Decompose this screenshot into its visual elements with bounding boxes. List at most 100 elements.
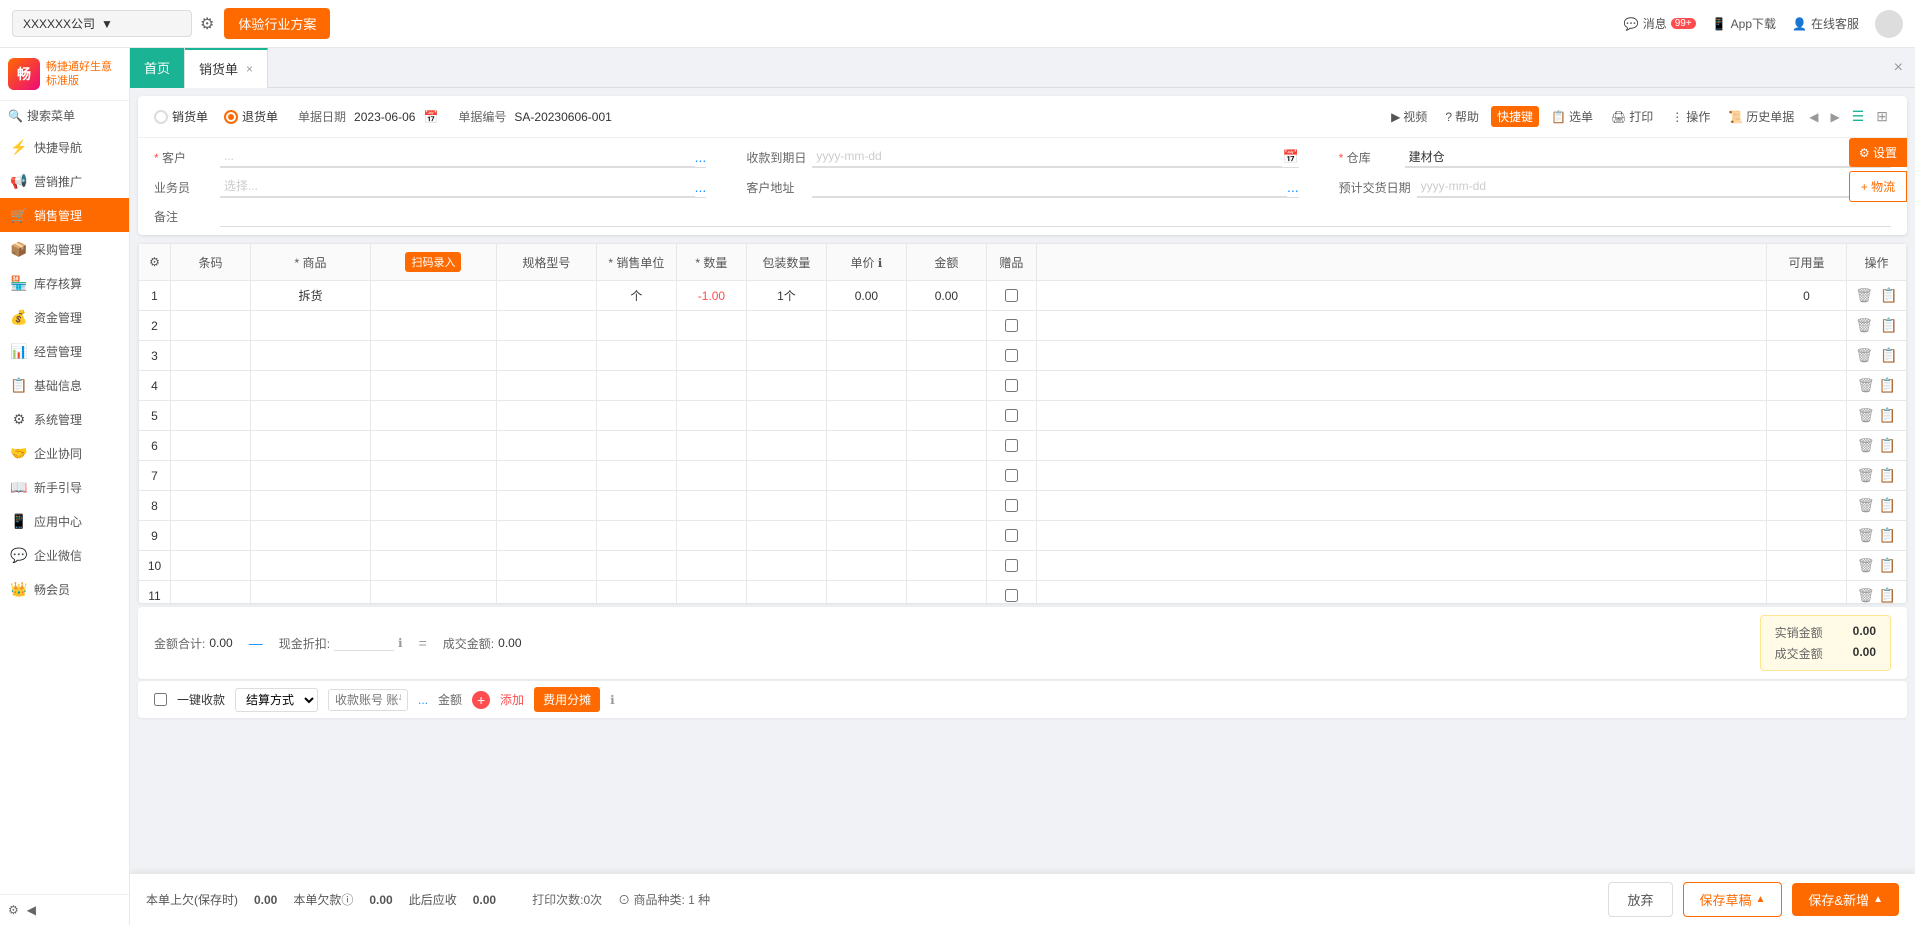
toolbar-video[interactable]: ▶视频 [1385,106,1433,127]
delete-icon-7[interactable]: 🗑 [1857,467,1875,483]
view-list-icon[interactable]: ☰ [1849,108,1868,125]
copy-icon-3[interactable]: 📋 [1880,347,1897,363]
app-download-button[interactable]: 📱 App下载 [1712,15,1776,32]
salesperson-input[interactable] [220,176,695,197]
save-draft-button[interactable]: 保存草稿 ▲ [1683,882,1783,917]
expenses-allocation-button[interactable]: 费用分摊 [534,687,600,712]
gift-checkbox-4[interactable] [1005,379,1018,392]
row-gift-1[interactable] [986,281,1036,311]
payment-account-input[interactable] [328,689,408,711]
address-ellipsis-btn[interactable]: ... [1287,179,1299,195]
row-price-1[interactable]: 0.00 [826,281,906,311]
one-click-payment-checkbox[interactable] [154,693,167,706]
tab-bar-close-button[interactable]: × [1882,59,1915,77]
copy-icon-2[interactable]: 📋 [1880,317,1897,333]
row-product-3[interactable] [251,341,371,371]
settings-button[interactable]: ⚙ 设置 [1849,138,1907,167]
col-settings[interactable]: ⚙ [139,244,171,281]
payment-ellipsis-icon[interactable]: ... [418,693,428,707]
due-date-input-wrapper[interactable]: 📅 [812,146,1298,168]
row-pkg-3[interactable] [746,341,826,371]
toolbar-shortcut[interactable]: 快捷键 [1491,106,1539,127]
customer-address-input-wrapper[interactable]: ... [812,176,1298,198]
company-selector[interactable]: XXXXXX公司 ▼ [12,10,192,37]
copy-icon-7[interactable]: 📋 [1879,467,1896,483]
customer-input-wrapper[interactable]: ... [220,146,706,168]
toolbar-help[interactable]: ?帮助 [1439,106,1485,127]
add-payment-button[interactable]: + [472,691,490,709]
sidebar-item-operation[interactable]: 📊 经营管理 [0,334,129,368]
gift-checkbox-9[interactable] [1005,529,1018,542]
delete-icon-10[interactable]: 🗑 [1857,557,1875,573]
radio-return-order[interactable]: 退货单 [224,108,278,125]
gift-checkbox-2[interactable] [1005,319,1018,332]
row-product-2[interactable] [251,311,371,341]
message-button[interactable]: 💬 消息 99+ [1624,15,1696,32]
row-unit-2[interactable] [596,311,676,341]
row-pkg-2[interactable] [746,311,826,341]
row-barcode-2[interactable] [171,311,251,341]
gift-checkbox-6[interactable] [1005,439,1018,452]
row-gift-2[interactable] [986,311,1036,341]
sidebar-item-quick-nav[interactable]: ⚡ 快捷导航 [0,130,129,164]
cash-discount-input[interactable] [334,636,394,651]
sidebar-item-app-center[interactable]: 📱 应用中心 [0,504,129,538]
delete-icon-5[interactable]: 🗑 [1857,407,1875,423]
row-spec-3[interactable] [496,341,596,371]
gift-checkbox-10[interactable] [1005,559,1018,572]
online-service-button[interactable]: 👤 在线客服 [1792,15,1859,32]
copy-icon-8[interactable]: 📋 [1879,497,1896,513]
copy-icon-6[interactable]: 📋 [1879,437,1896,453]
sidebar-item-system[interactable]: ⚙ 系统管理 [0,402,129,436]
row-barcode-1[interactable] [171,281,251,311]
warehouse-input[interactable] [1405,146,1880,167]
row-qty-2[interactable] [676,311,746,341]
row-price-2[interactable] [826,311,906,341]
copy-icon-10[interactable]: 📋 [1879,557,1896,573]
sidebar-item-basic-info[interactable]: 📋 基础信息 [0,368,129,402]
nav-next-icon[interactable]: ▶ [1827,110,1842,124]
toolbar-select[interactable]: 📋选单 [1545,106,1599,127]
discount-help-icon[interactable]: ℹ [398,636,403,650]
sidebar-item-member[interactable]: 👑 畅会员 [0,572,129,606]
tab-close-icon[interactable]: × [246,62,253,76]
gift-checkbox-7[interactable] [1005,469,1018,482]
delete-icon-1[interactable]: 🗑 [1855,287,1873,303]
copy-icon-4[interactable]: 📋 [1879,377,1896,393]
gift-checkbox-11[interactable] [1005,589,1018,602]
logistics-button[interactable]: + 物流 [1849,171,1907,202]
sidebar-item-guide[interactable]: 📖 新手引导 [0,470,129,504]
calendar-icon[interactable]: 📅 [423,110,438,124]
row-product-1[interactable]: 拆货 [251,281,371,311]
save-new-button[interactable]: 保存&新增 ▲ [1792,883,1899,916]
sidebar-settings-icon[interactable]: ⚙ [8,903,19,917]
customer-ellipsis-btn[interactable]: ... [695,149,707,165]
discard-button[interactable]: 放弃 [1608,882,1672,917]
salesperson-input-wrapper[interactable]: ... [220,176,706,198]
sidebar-item-wechat[interactable]: 💬 企业微信 [0,538,129,572]
view-grid-icon[interactable]: ⊞ [1873,108,1891,125]
row-unit-1[interactable]: 个 [596,281,676,311]
delete-icon-4[interactable]: 🗑 [1857,377,1875,393]
row-qty-3[interactable] [676,341,746,371]
row-pkg-1[interactable]: 1个 [746,281,826,311]
row-amount-1[interactable]: 0.00 [906,281,986,311]
col-scan[interactable]: 扫码录入 [371,244,497,281]
notes-input[interactable] [220,206,1891,227]
sidebar-item-marketing[interactable]: 📢 营销推广 [0,164,129,198]
customer-input[interactable] [220,146,695,167]
table-scroll-area[interactable]: ⚙ 条码 * 商品 扫码录入 规格型号 * 销售单位 * 数量 包装数量 单价 [138,243,1907,603]
delete-icon-3[interactable]: 🗑 [1855,347,1873,363]
copy-icon-1[interactable]: 📋 [1880,287,1897,303]
settings-icon[interactable]: ⚙ [200,14,214,34]
sidebar-item-search[interactable]: 🔍 搜索菜单 [0,101,129,130]
expenses-help-icon[interactable]: ℹ [610,693,615,707]
due-date-calendar-icon[interactable]: 📅 [1282,149,1298,165]
delete-icon-6[interactable]: 🗑 [1857,437,1875,453]
tab-home[interactable]: 首页 [130,48,185,88]
row-gift-3[interactable] [986,341,1036,371]
row-qty-1[interactable]: -1.00 [676,281,746,311]
row-barcode-3[interactable] [171,341,251,371]
radio-sales-order[interactable]: 销货单 [154,108,208,125]
expected-delivery-input[interactable] [1417,176,1875,197]
